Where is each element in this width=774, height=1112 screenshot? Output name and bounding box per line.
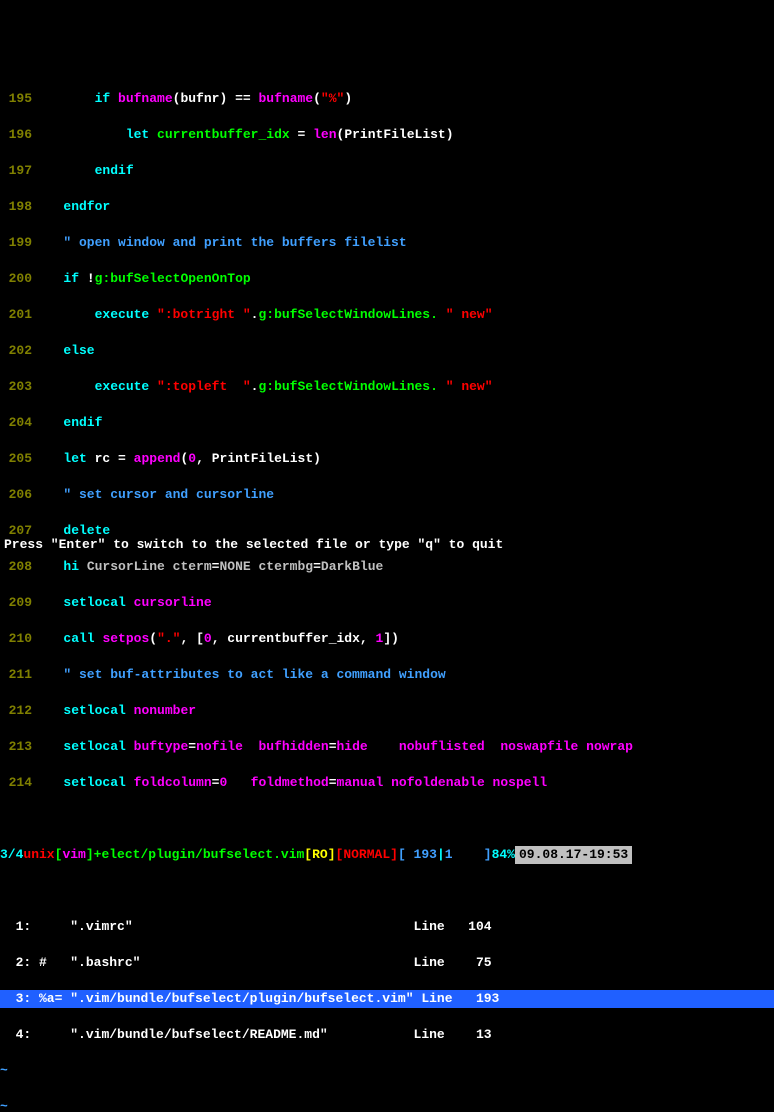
code-area[interactable]: 195 if bufname(bufnr) == bufname("%") 19… [0,72,774,810]
code-line: 204 endif [0,414,774,432]
code-line: 208 hi CursorLine cterm=NONE ctermbg=Dar… [0,558,774,576]
code-line: 211 " set buf-attributes to act like a c… [0,666,774,684]
code-line: 202 else [0,342,774,360]
status-line: 3/4 unix[vim] +elect/plugin/bufselect.vi… [0,846,774,864]
code-line: 197 endif [0,162,774,180]
code-line: 195 if bufname(bufnr) == bufname("%") [0,90,774,108]
buffer-list[interactable]: 1: ".vimrc" Line 104 2: # ".bashrc" Line… [0,900,774,1112]
code-line: 200 if !g:bufSelectOpenOnTop [0,270,774,288]
empty-line-tilde: ~ [0,1062,774,1080]
code-line: 214 setlocal foldcolumn=0 foldmethod=man… [0,774,774,792]
filetype: vim [62,846,85,864]
datetime: 09.08.17-19:53 [515,846,632,864]
buffer-list-item[interactable]: 2: # ".bashrc" Line 75 [0,954,774,972]
buffer-list-item[interactable]: 1: ".vimrc" Line 104 [0,918,774,936]
mode-indicator: [NORMAL] [336,846,398,864]
code-line: 206 " set cursor and cursorline [0,486,774,504]
code-line: 213 setlocal buftype=nofile bufhidden=hi… [0,738,774,756]
code-line: 203 execute ":topleft ".g:bufSelectWindo… [0,378,774,396]
buffer-list-item-selected[interactable]: 3: %a= ".vim/bundle/bufselect/plugin/buf… [0,990,774,1008]
code-line: 210 call setpos(".", [0, currentbuffer_i… [0,630,774,648]
code-line: 205 let rc = append(0, PrintFileList) [0,450,774,468]
code-line: 201 execute ":botright ".g:bufSelectWind… [0,306,774,324]
cursor-position: [ 193|1 ] [398,846,492,864]
code-line: 196 let currentbuffer_idx = len(PrintFil… [0,126,774,144]
command-line-prompt: Press "Enter" to switch to the selected … [0,534,507,556]
file-path: +elect/plugin/bufselect.vim [94,846,305,864]
code-line: 198 endfor [0,198,774,216]
empty-line-tilde: ~ [0,1098,774,1112]
buffer-count: 3/4 [0,846,23,864]
scroll-percent: 84% [492,846,515,864]
file-format: unix [23,846,54,864]
code-line: 212 setlocal nonumber [0,702,774,720]
buffer-list-item[interactable]: 4: ".vim/bundle/bufselect/README.md" Lin… [0,1026,774,1044]
code-line: 209 setlocal cursorline [0,594,774,612]
readonly-flag: [RO] [304,846,335,864]
code-line: 199 " open window and print the buffers … [0,234,774,252]
